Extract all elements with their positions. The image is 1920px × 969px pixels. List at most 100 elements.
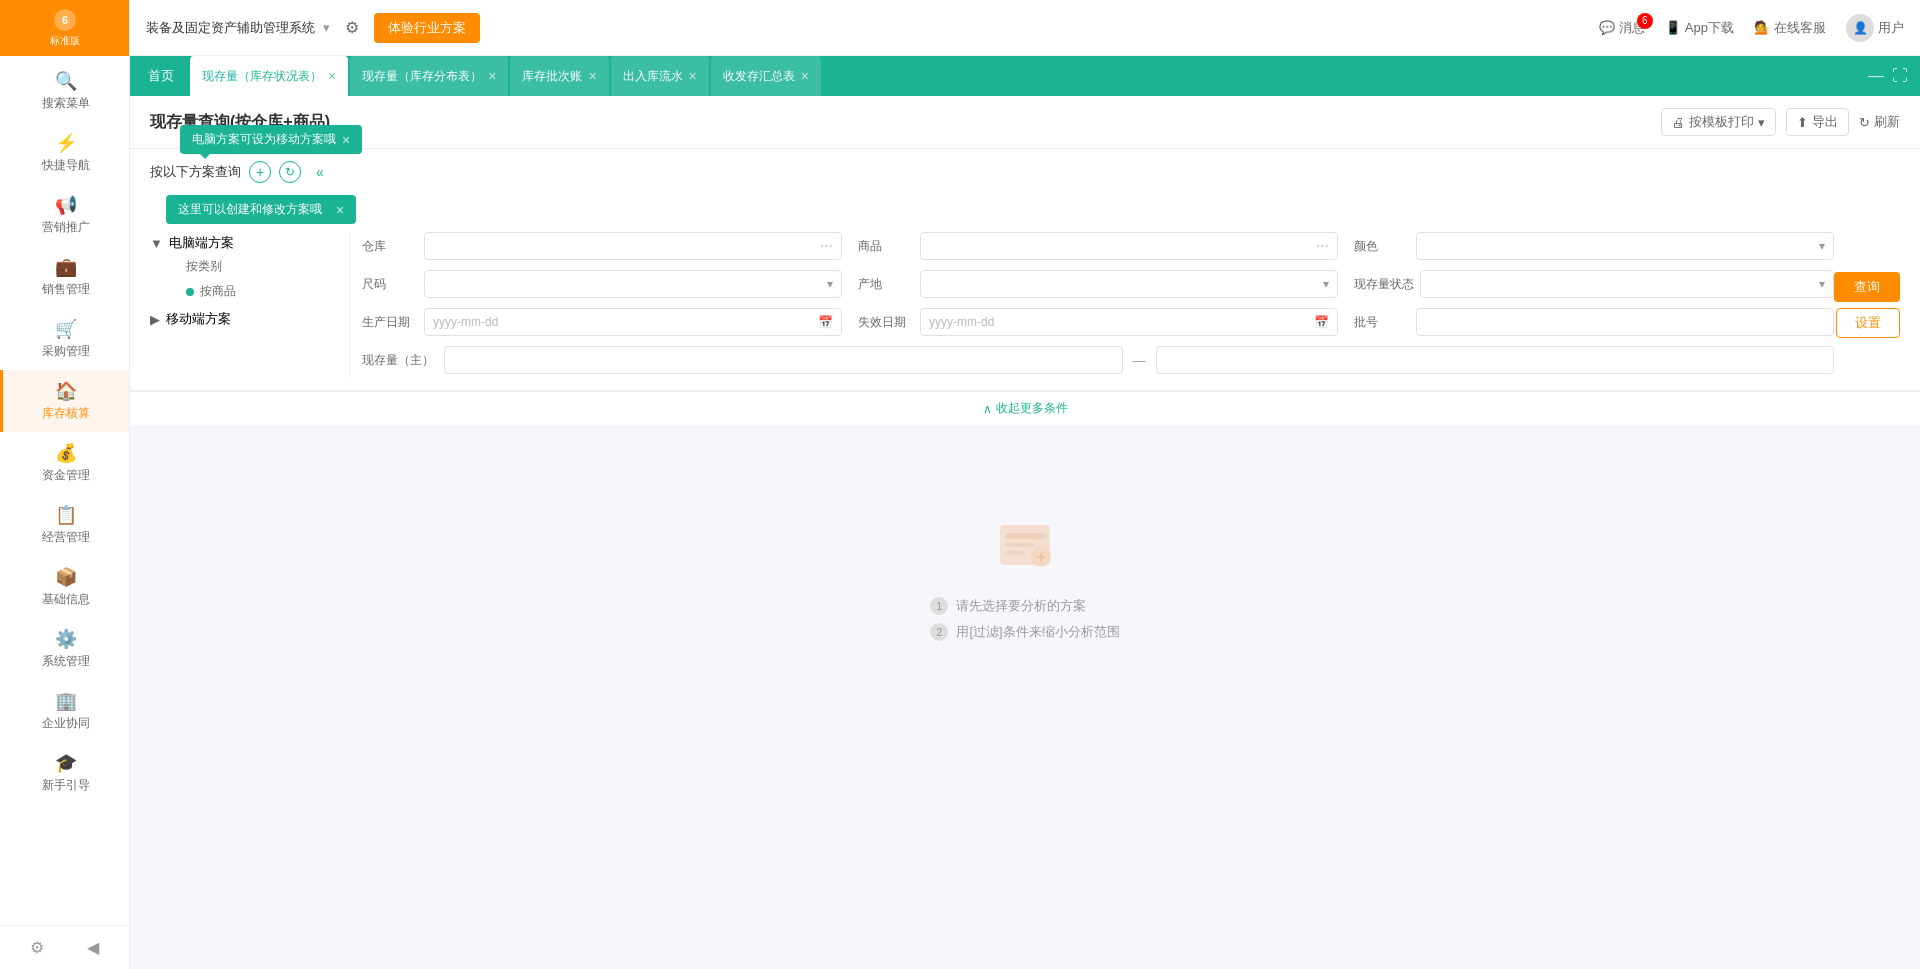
batch-input[interactable] (1416, 308, 1834, 336)
scheme-item-goods[interactable]: 按商品 (170, 279, 337, 304)
stock-status-input[interactable]: ▾ (1420, 270, 1834, 298)
filter-add-btn[interactable]: + (249, 161, 271, 183)
sidebar-item-purchase-label: 采购管理 (42, 343, 90, 360)
sidebar-item-marketing[interactable]: 📢 营销推广 (0, 184, 129, 246)
origin-label: 产地 (858, 276, 914, 293)
user-btn[interactable]: 👤 用户 (1846, 14, 1904, 42)
tab-minimize-btn[interactable]: — (1868, 67, 1884, 85)
stock-status-dropdown-icon: ▾ (1819, 277, 1825, 291)
refresh-btn[interactable]: ↻ 刷新 (1859, 113, 1900, 131)
tab-home[interactable]: 首页 (134, 56, 188, 96)
tooltip-bottom: 这里可以创建和修改方案哦 × (166, 195, 356, 224)
production-date-field: 生产日期 yyyy-mm-dd 📅 (362, 308, 842, 336)
top-header: 装备及固定资产辅助管理系统 ▾ ⚙ 体验行业方案 💬 消息 6 📱 App下载 … (130, 0, 1920, 56)
message-btn[interactable]: 💬 消息 6 (1599, 19, 1645, 37)
collapse-bar[interactable]: ∧ 收起更多条件 (130, 391, 1920, 425)
production-date-input[interactable]: yyyy-mm-dd 📅 (424, 308, 842, 336)
settings-gear-btn[interactable]: ⚙ (338, 14, 366, 42)
filter-label: 按以下方案查询 (150, 163, 241, 181)
online-service-btn[interactable]: 💁 在线客服 (1754, 19, 1826, 37)
origin-input[interactable]: ▾ (920, 270, 1338, 298)
purchase-icon: 🛒 (55, 318, 77, 340)
sidebar-item-inventory[interactable]: 🏠 库存核算 (0, 370, 129, 432)
tab-stock-status-close[interactable]: × (328, 68, 336, 84)
tab-receivable-close[interactable]: × (801, 68, 809, 84)
refresh-label: 刷新 (1874, 113, 1900, 131)
filter-arrow-btn[interactable]: « (309, 161, 331, 183)
tab-stock-dist[interactable]: 现存量（库存分布表） × (350, 56, 508, 96)
sidebar-item-purchase[interactable]: 🛒 采购管理 (0, 308, 129, 370)
marketing-icon: 📢 (55, 194, 77, 216)
tab-batch-ledger-close[interactable]: × (588, 68, 596, 84)
tab-stock-status[interactable]: 现存量（库存状况表） × (190, 56, 348, 96)
production-date-placeholder: yyyy-mm-dd (433, 315, 498, 329)
stock-dash: — (1133, 353, 1146, 368)
tab-actions: — ⛶ (1860, 67, 1916, 85)
empty-tips: 1 请先选择要分析的方案 2 用[过滤]条件来缩小分析范围 (930, 597, 1119, 641)
tab-receivable[interactable]: 收发存汇总表 × (711, 56, 821, 96)
calendar-icon-1: 📅 (818, 315, 833, 329)
empty-tip-2: 2 用[过滤]条件来缩小分析范围 (930, 623, 1119, 641)
system-dropdown-icon[interactable]: ▾ (323, 20, 330, 35)
empty-illustration (985, 505, 1065, 585)
tab-inout-flow-close[interactable]: × (689, 68, 697, 84)
system-icon: ⚙️ (55, 628, 77, 650)
goods-input[interactable]: ··· (920, 232, 1338, 260)
sidebar-item-quicknav-label: 快捷导航 (42, 157, 90, 174)
sidebar-item-search[interactable]: 🔍 搜索菜单 (0, 60, 129, 122)
scheme-mobile-group: ▶ 移动端方案 (150, 304, 337, 330)
main-area: 装备及固定资产辅助管理系统 ▾ ⚙ 体验行业方案 💬 消息 6 📱 App下载 … (130, 0, 1920, 969)
filter-body: ▼ 电脑端方案 按类别 按商品 ▶ 移动端方案 (150, 232, 1900, 378)
sidebar-settings-btn[interactable]: ⚙ (30, 938, 44, 957)
tooltip-top-close[interactable]: × (342, 132, 350, 148)
tab-stock-status-label: 现存量（库存状况表） (202, 68, 322, 85)
sidebar-item-quicknav[interactable]: ⚡ 快捷导航 (0, 122, 129, 184)
tab-batch-ledger[interactable]: 库存批次账 × (510, 56, 608, 96)
tab-stock-dist-close[interactable]: × (488, 68, 496, 84)
template-print-btn[interactable]: 🖨 按模板打印 ▾ (1661, 108, 1776, 136)
warehouse-input[interactable]: ··· (424, 232, 842, 260)
tooltip-bottom-close[interactable]: × (336, 202, 344, 218)
set-btn[interactable]: 设置 (1836, 308, 1900, 338)
warehouse-dots: ··· (820, 238, 833, 254)
filter-area: 按以下方案查询 + ↻ « 电脑方案可设为移动方案哦 × 这里可以创建和修改方案… (130, 149, 1920, 391)
sidebar-item-ops[interactable]: 📋 经营管理 (0, 494, 129, 556)
size-input[interactable]: ▾ (424, 270, 842, 298)
tab-inout-flow[interactable]: 出入库流水 × (611, 56, 709, 96)
color-input[interactable]: ▾ (1416, 232, 1834, 260)
filter-refresh-btn[interactable]: ↻ (279, 161, 301, 183)
tooltip-wrapper: 这里可以创建和修改方案哦 × (150, 195, 1900, 224)
stock-main-from[interactable] (444, 346, 1123, 374)
sidebar-collapse-btn[interactable]: ◀ (87, 938, 99, 957)
sidebar-item-enterprise[interactable]: 🏢 企业协同 (0, 680, 129, 742)
tooltip-top-text: 电脑方案可设为移动方案哦 (192, 131, 336, 148)
print-icon: 🖨 (1672, 115, 1685, 130)
tip-num-1: 1 (930, 597, 948, 615)
sidebar-item-system[interactable]: ⚙️ 系统管理 (0, 618, 129, 680)
tab-fullscreen-btn[interactable]: ⛶ (1892, 67, 1908, 85)
sidebar-item-newbie-label: 新手引导 (42, 777, 90, 794)
sidebar-footer: ⚙ ◀ (0, 925, 129, 969)
scheme-desktop-toggle[interactable]: ▼ (150, 236, 163, 251)
phone-icon: 📱 (1665, 20, 1681, 35)
export-btn[interactable]: ⬆ 导出 (1786, 108, 1849, 136)
origin-field: 产地 ▾ (858, 270, 1338, 298)
sidebar-item-finance[interactable]: 💰 资金管理 (0, 432, 129, 494)
refresh-icon: ↻ (1859, 115, 1870, 130)
scheme-mobile-toggle[interactable]: ▶ (150, 312, 160, 327)
tab-inout-flow-label: 出入库流水 (623, 68, 683, 85)
sales-icon: 💼 (55, 256, 77, 278)
sidebar-item-sales[interactable]: 💼 销售管理 (0, 246, 129, 308)
search-btn[interactable]: 查询 (1834, 272, 1900, 302)
message-icon: 💬 (1599, 20, 1615, 35)
tab-receivable-label: 收发存汇总表 (723, 68, 795, 85)
scheme-item-category[interactable]: 按类别 (170, 254, 337, 279)
stock-main-to[interactable] (1156, 346, 1835, 374)
expiry-date-input[interactable]: yyyy-mm-dd 📅 (920, 308, 1338, 336)
industry-btn[interactable]: 体验行业方案 (374, 13, 480, 43)
batch-label: 批号 (1354, 314, 1410, 331)
sidebar-item-base[interactable]: 📦 基础信息 (0, 556, 129, 618)
app-download-btn[interactable]: 📱 App下载 (1665, 19, 1734, 37)
sidebar-item-newbie[interactable]: 🎓 新手引导 (0, 742, 129, 804)
size-label: 尺码 (362, 276, 418, 293)
